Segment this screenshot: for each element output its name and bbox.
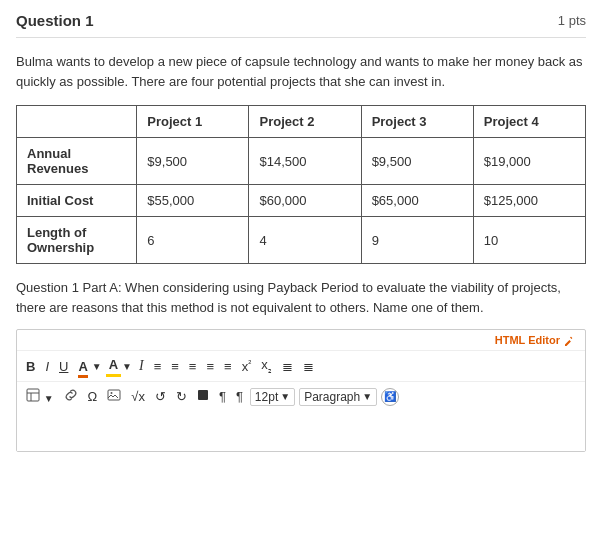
font-size-dropdown[interactable]: 12pt ▼	[250, 388, 295, 406]
ordered-list-button[interactable]: ≣	[300, 357, 317, 376]
question-header: Question 1 1 pts	[16, 12, 586, 38]
undo-button[interactable]: ↻	[173, 387, 190, 406]
col-header-p2: Project 2	[249, 106, 361, 138]
editor-label: HTML Editor	[495, 334, 577, 348]
redo-button[interactable]: ↺	[152, 387, 169, 406]
paragraph-dropdown[interactable]: Paragraph ▼	[299, 388, 377, 406]
font-size-value: 12pt	[255, 390, 278, 404]
cell-cost-p3: $65,000	[361, 185, 473, 217]
font-color-group: A ▼	[75, 357, 101, 376]
cell-cost-p4: $125,000	[473, 185, 585, 217]
font-color-button[interactable]: A	[75, 357, 90, 376]
table-row: Annual Revenues $9,500 $14,500 $9,500 $1…	[17, 138, 586, 185]
link-button[interactable]	[61, 386, 81, 407]
toolbar-row2: ▼ Ω √x ↺ ↻	[17, 382, 585, 411]
pilcrow-end-button[interactable]: ¶	[233, 387, 246, 406]
col-header-p3: Project 3	[361, 106, 473, 138]
bold-button[interactable]: B	[23, 357, 38, 376]
question-part-a: Question 1 Part A: When considering usin…	[16, 278, 586, 317]
table-row: Initial Cost $55,000 $60,000 $65,000 $12…	[17, 185, 586, 217]
superscript-button[interactable]: x²	[239, 356, 255, 376]
editor-label-bar: HTML Editor	[17, 330, 585, 351]
align-right-button[interactable]: ≡	[186, 357, 200, 376]
indent-button[interactable]: ≡	[221, 357, 235, 376]
cell-ownership-p1: 6	[137, 217, 249, 264]
align-justify-button[interactable]: ≡	[203, 357, 217, 376]
question-pts: 1 pts	[558, 13, 586, 28]
align-center-button[interactable]: ≡	[168, 357, 182, 376]
svg-rect-5	[198, 390, 208, 400]
col-header-p4: Project 4	[473, 106, 585, 138]
cell-cost-p1: $55,000	[137, 185, 249, 217]
underline-button[interactable]: U	[56, 357, 71, 376]
subscript-button[interactable]: x₂	[258, 355, 275, 377]
cell-revenues-p2: $14,500	[249, 138, 361, 185]
question-title: Question 1	[16, 12, 94, 29]
unordered-list-button[interactable]: ≣	[279, 357, 296, 376]
fill-icon	[197, 389, 209, 401]
row-label-ownership: Length of Ownership	[17, 217, 137, 264]
cell-revenues-p4: $19,000	[473, 138, 585, 185]
bg-color-caret: ▼	[122, 361, 132, 372]
bg-color-group: A ▼	[106, 355, 132, 377]
editor-icon	[563, 334, 577, 348]
italic-format-button[interactable]: I	[136, 356, 147, 376]
accessibility-button[interactable]: ♿	[381, 388, 399, 406]
cell-cost-p2: $60,000	[249, 185, 361, 217]
bg-fill-button[interactable]	[194, 387, 212, 406]
pilcrow-button[interactable]: ¶	[216, 387, 229, 406]
svg-point-4	[111, 392, 113, 394]
toolbar-row1: B I U A ▼ A ▼ I ≡ ≡ ≡ ≡ ≡ x² x₂ ≣ ≣	[17, 351, 585, 382]
cell-ownership-p3: 9	[361, 217, 473, 264]
question-body: Bulma wants to develop a new piece of ca…	[16, 52, 586, 91]
font-size-caret: ▼	[280, 391, 290, 402]
table-insert-button[interactable]: ▼	[23, 386, 57, 407]
paragraph-caret: ▼	[362, 391, 372, 402]
cell-revenues-p3: $9,500	[361, 138, 473, 185]
table-row: Length of Ownership 6 4 9 10	[17, 217, 586, 264]
row-label-initial-cost: Initial Cost	[17, 185, 137, 217]
italic-button[interactable]: I	[42, 357, 52, 376]
editor-content-area[interactable]	[17, 411, 585, 451]
svg-rect-0	[27, 389, 39, 401]
cell-revenues-p1: $9,500	[137, 138, 249, 185]
paragraph-value: Paragraph	[304, 390, 360, 404]
special-char-button[interactable]: Ω	[85, 387, 101, 406]
bg-color-button[interactable]: A	[106, 355, 121, 377]
image-icon	[107, 388, 121, 402]
svg-rect-3	[108, 390, 120, 400]
align-left-button[interactable]: ≡	[151, 357, 165, 376]
link-icon	[64, 388, 78, 402]
image-button[interactable]	[104, 386, 124, 407]
table-caret: ▼	[44, 393, 54, 404]
sqrt-button[interactable]: √x	[128, 387, 148, 406]
cell-ownership-p4: 10	[473, 217, 585, 264]
row-label-revenues: Annual Revenues	[17, 138, 137, 185]
font-color-a: A	[78, 359, 87, 378]
col-header-label	[17, 106, 137, 138]
html-editor: HTML Editor B I U A ▼ A ▼ I ≡ ≡ ≡ ≡	[16, 329, 586, 452]
col-header-p1: Project 1	[137, 106, 249, 138]
font-color-caret: ▼	[92, 361, 102, 372]
data-table: Project 1 Project 2 Project 3 Project 4 …	[16, 105, 586, 264]
table-icon	[26, 388, 40, 402]
cell-ownership-p2: 4	[249, 217, 361, 264]
